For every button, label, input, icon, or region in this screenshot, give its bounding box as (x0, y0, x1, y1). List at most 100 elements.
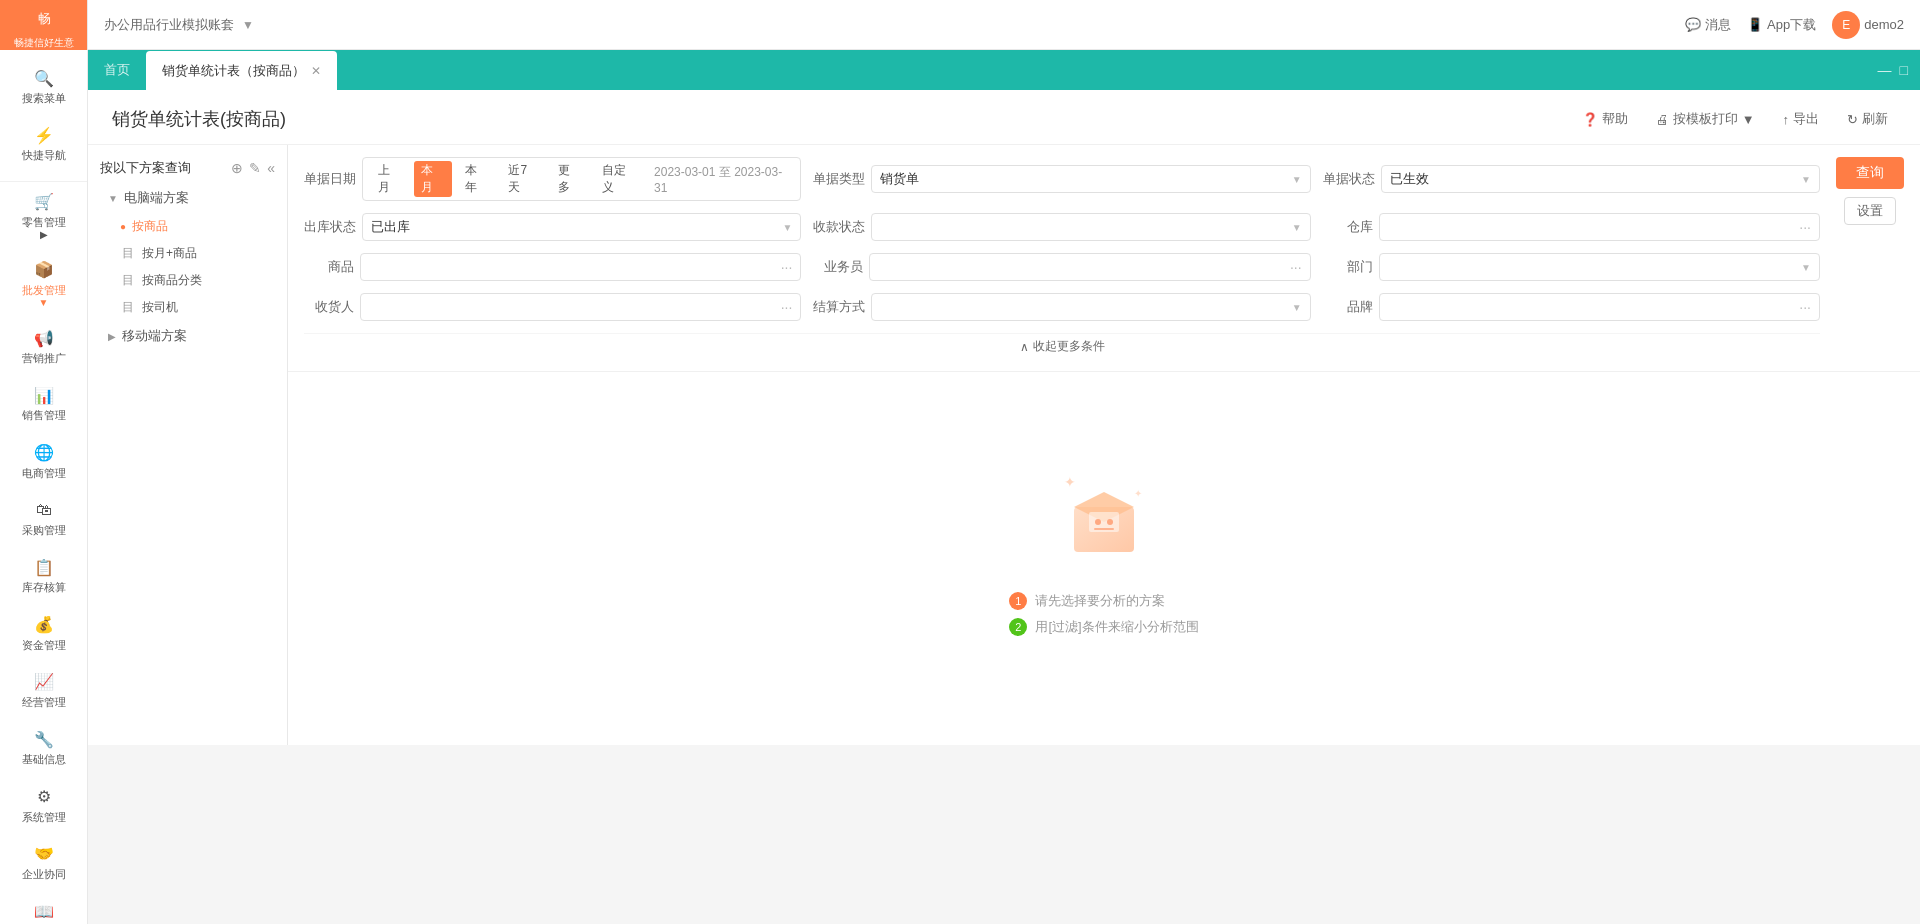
tree-add-btn[interactable]: ⊕ (231, 160, 243, 176)
message-btn[interactable]: 💬 消息 (1685, 16, 1731, 34)
sidebar-item-enterprise[interactable]: 🤝 企业协同 (0, 834, 87, 891)
empty-state-icon: ✦ ✦ (1044, 452, 1164, 572)
tree-child-by-product-cat[interactable]: 目 按商品分类 (88, 267, 287, 294)
sidebar-item-wholesale[interactable]: 📦 批发管理 ▼ (0, 250, 87, 318)
tip1-num: 1 (1009, 592, 1027, 610)
page-title: 销货单统计表(按商品) (112, 107, 286, 131)
recipient-label: 收货人 (304, 298, 360, 316)
main-content: 单据日期 上月 本月 本年 近7天 更多 自定义 2023-03-01 至 20… (288, 145, 1920, 745)
date-tab-last-month[interactable]: 上月 (371, 161, 408, 197)
tab-sales-stat-label: 销货单统计表（按商品） (162, 62, 305, 80)
date-tab-custom[interactable]: 自定义 (595, 161, 644, 197)
tree-child-by-product[interactable]: ● 按商品 (88, 213, 287, 240)
sidebar-logo[interactable]: 畅 畅捷信好生意 (0, 0, 87, 50)
tab-close-btn[interactable]: ✕ (311, 64, 321, 78)
sidebar-item-marketing[interactable]: 📢 营销推广 (0, 318, 87, 375)
tab-home[interactable]: 首页 (88, 50, 146, 90)
tree-desktop-label: 电脑端方案 (124, 189, 189, 207)
date-tab-7days[interactable]: 近7天 (501, 161, 545, 197)
salesperson-control[interactable]: ··· (869, 253, 1310, 281)
tab-sales-stat[interactable]: 销货单统计表（按商品） ✕ (146, 51, 337, 91)
tabbar: 首页 销货单统计表（按商品） ✕ — □ (88, 50, 1920, 90)
sidebar-item-quicknav[interactable]: ⚡ 快捷导航 (0, 115, 87, 172)
sidebar-search-section: 🔍 搜索菜单 ⚡ 快捷导航 (0, 50, 87, 182)
date-tab-this-month[interactable]: 本月 (414, 161, 451, 197)
filter-warehouse-item: 仓库 ··· (1323, 213, 1820, 241)
tree-child-label-month: 按月+商品 (142, 245, 197, 262)
tree-node-mobile[interactable]: ▶ 移动端方案 (88, 321, 287, 351)
receipt-status-control[interactable]: ▼ (871, 213, 1310, 241)
sidebar-item-ecommerce[interactable]: 🌐 电商管理 (0, 433, 87, 490)
template-print-btn[interactable]: 🖨 按模板打印 ▼ (1648, 106, 1763, 132)
sidebar-item-retail[interactable]: 🛒 零售管理 ▶ (0, 182, 87, 250)
sidebar: 畅 畅捷信好生意 🔍 搜索菜单 ⚡ 快捷导航 🛒 零售管理 ▶ 📦 批发管理 ▼… (0, 0, 88, 924)
filter-row-4: 收货人 ··· 结算方式 (304, 293, 1820, 321)
tree-node-desktop[interactable]: ▼ 电脑端方案 (88, 183, 287, 213)
query-button[interactable]: 查询 (1836, 157, 1904, 189)
purchase-label: 采购管理 (22, 523, 66, 537)
filter-doc-status-item: 单据状态 已生效 ▼ (1323, 165, 1820, 193)
out-status-control[interactable]: 已出库 ▼ (362, 213, 801, 241)
brand-control[interactable]: ··· (1379, 293, 1820, 321)
tree-child-by-month-product[interactable]: 目 按月+商品 (88, 240, 287, 267)
doc-type-control[interactable]: 销货单 ▼ (871, 165, 1310, 193)
date-tab-this-year[interactable]: 本年 (458, 161, 495, 197)
help-btn[interactable]: ❓ 帮助 (1574, 106, 1636, 132)
sidebar-item-guide[interactable]: 📖 新手引导 (0, 891, 87, 924)
app-download-btn[interactable]: 📱 App下载 (1747, 16, 1816, 34)
sidebar-item-purchase[interactable]: 🛍 采购管理 (0, 490, 87, 547)
sidebar-item-system[interactable]: ⚙ 系统管理 (0, 777, 87, 834)
date-filter-control[interactable]: 上月 本月 本年 近7天 更多 自定义 2023-03-01 至 2023-03… (362, 157, 801, 201)
retail-arrow: ▶ (40, 229, 48, 240)
topbar-right: 💬 消息 📱 App下载 E demo2 (1685, 11, 1904, 39)
refresh-icon: ↻ (1847, 112, 1858, 127)
retail-label: 零售管理 (22, 215, 66, 229)
settings-button[interactable]: 设置 (1844, 197, 1896, 225)
export-btn[interactable]: ↑ 导出 (1775, 106, 1828, 132)
print-icon: 🖨 (1656, 112, 1669, 127)
filter-out-status-item: 出库状态 已出库 ▼ (304, 213, 801, 241)
settlement-control[interactable]: ▼ (871, 293, 1310, 321)
app-subtitle: 畅捷信好生意 (14, 36, 74, 50)
recipient-control[interactable]: ··· (360, 293, 801, 321)
sidebar-item-inventory[interactable]: 📋 库存核算 (0, 547, 87, 604)
collapse-row[interactable]: ∧ 收起更多条件 (304, 333, 1820, 359)
filter-product-item: 商品 ··· (304, 253, 801, 281)
brand-label: 品牌 (1323, 298, 1379, 316)
ecommerce-label: 电商管理 (22, 466, 66, 480)
inventory-label: 库存核算 (22, 580, 66, 594)
page-actions: ❓ 帮助 🖨 按模板打印 ▼ ↑ 导出 ↻ 刷新 (1574, 106, 1896, 132)
panel-header-text: 按以下方案查询 (100, 159, 227, 177)
collapse-arrow-icon: ∧ (1020, 340, 1029, 354)
tree-child-label-byproduct: 按商品 (132, 218, 168, 235)
doc-status-value: 已生效 (1390, 170, 1797, 188)
doc-status-control[interactable]: 已生效 ▼ (1381, 165, 1820, 193)
refresh-btn[interactable]: ↻ 刷新 (1839, 106, 1896, 132)
tree-child-by-cashier[interactable]: 目 按司机 (88, 294, 287, 321)
sidebar-item-base[interactable]: 🔧 基础信息 (0, 719, 87, 776)
receipt-status-arrow: ▼ (1292, 222, 1302, 233)
svg-point-5 (1095, 519, 1101, 525)
tab-minimize-btn[interactable]: — (1878, 62, 1892, 78)
svg-point-6 (1107, 519, 1113, 525)
empty-tip-1: 1 请先选择要分析的方案 (1009, 592, 1198, 610)
warehouse-control[interactable]: ··· (1379, 213, 1820, 241)
content-area: 销货单统计表(按商品) ❓ 帮助 🖨 按模板打印 ▼ ↑ 导出 (88, 90, 1920, 924)
tree-child-label-cat: 按商品分类 (142, 272, 202, 289)
dept-control[interactable]: ▼ (1379, 253, 1820, 281)
topbar-dropdown-arrow[interactable]: ▼ (242, 18, 254, 32)
tree-edit-btn[interactable]: ✎ (249, 160, 261, 176)
user-menu[interactable]: E demo2 (1832, 11, 1904, 39)
date-tab-more[interactable]: 更多 (551, 161, 588, 197)
tree-collapse-btn[interactable]: « (267, 160, 275, 176)
settlement-label: 结算方式 (813, 298, 871, 316)
sidebar-item-ops[interactable]: 📈 经营管理 (0, 662, 87, 719)
marketing-label: 营销推广 (22, 351, 66, 365)
product-label: 商品 (304, 258, 360, 276)
sidebar-item-sales-mgmt[interactable]: 📊 销售管理 (0, 375, 87, 432)
product-control[interactable]: ··· (360, 253, 801, 281)
settlement-arrow: ▼ (1292, 302, 1302, 313)
tab-maximize-btn[interactable]: □ (1900, 62, 1908, 78)
sidebar-item-finance[interactable]: 💰 资金管理 (0, 605, 87, 662)
sidebar-item-search[interactable]: 🔍 搜索菜单 (0, 58, 87, 115)
